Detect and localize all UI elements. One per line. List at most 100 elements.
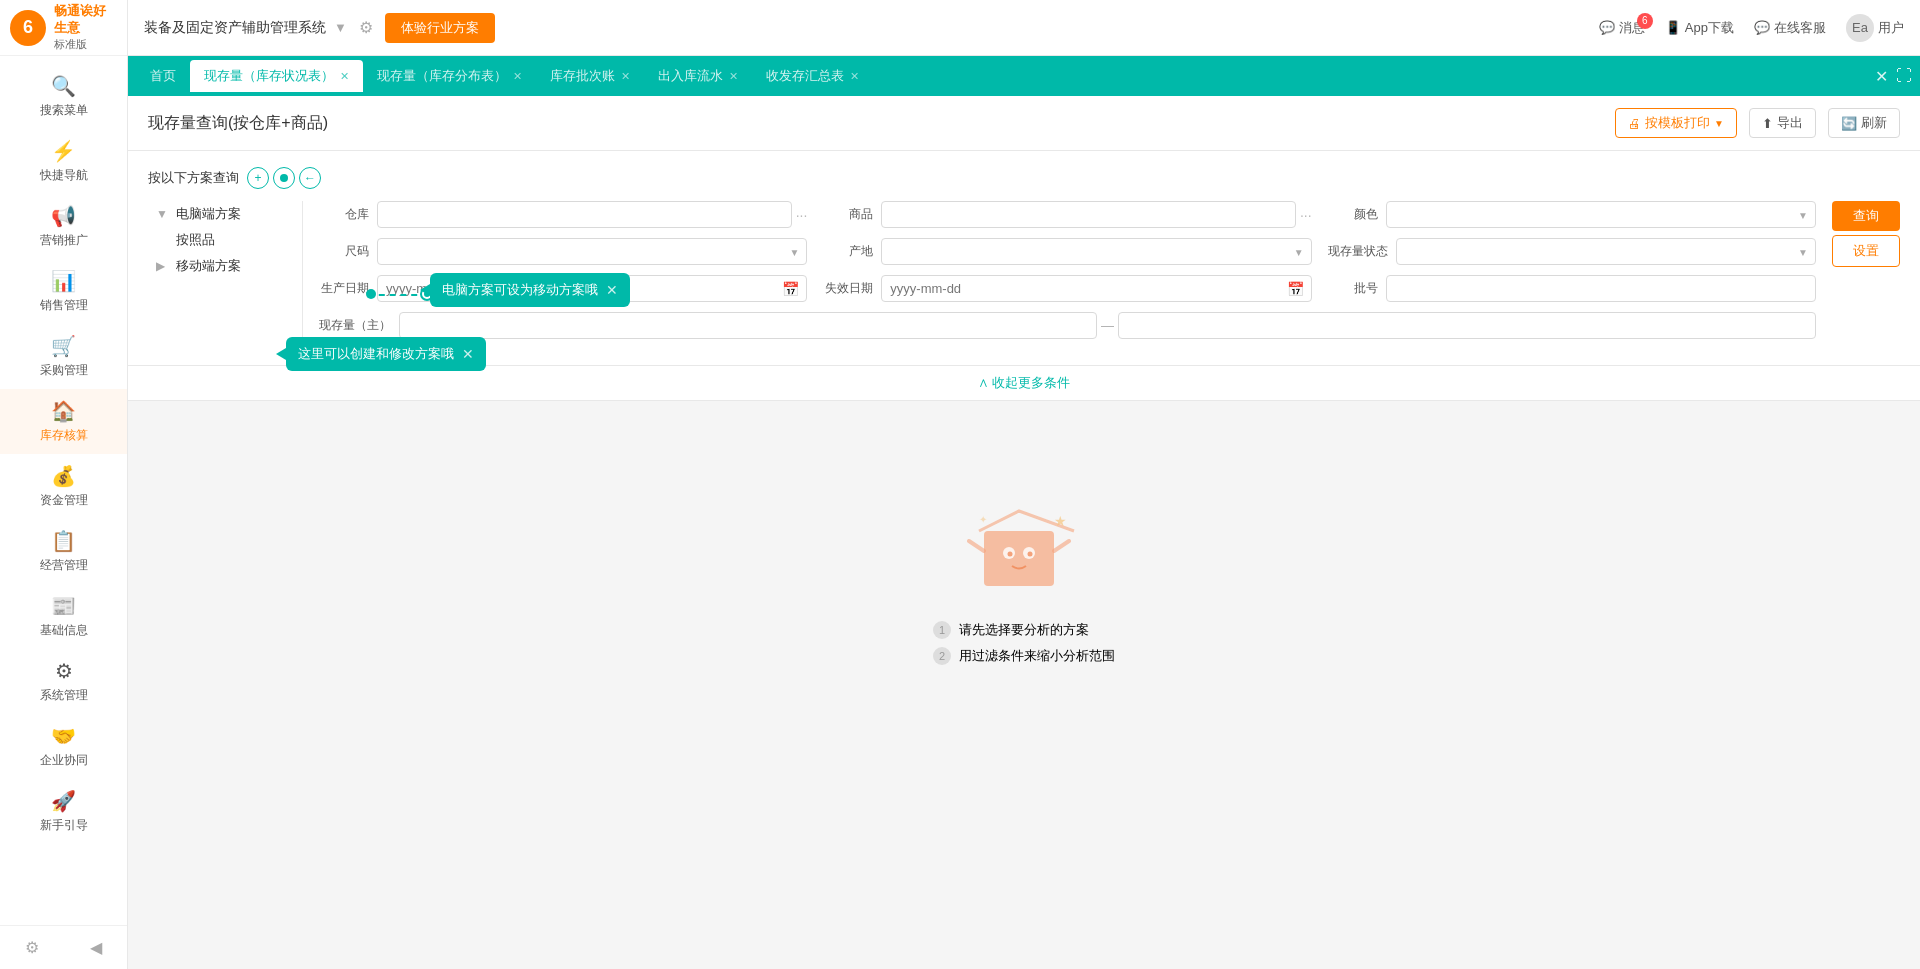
stock-status-select[interactable] [1396, 238, 1816, 265]
sidebar-item-basic-label: 基础信息 [40, 622, 88, 639]
export-btn[interactable]: ⬆ 导出 [1749, 108, 1816, 138]
filter-edit-btn[interactable] [273, 167, 295, 189]
filter-warehouse-row: 仓库 ··· [319, 201, 807, 228]
stock-main-from-input[interactable] [399, 312, 1097, 339]
tab-collect-close[interactable]: ✕ [850, 70, 859, 83]
color-label: 颜色 [1328, 206, 1378, 223]
sidebar-item-inventory[interactable]: 🏠 库存核算 [0, 389, 127, 454]
settings-icon[interactable]: ⚙ [25, 938, 39, 957]
sidebar-item-purchase[interactable]: 🛒 采购管理 [0, 324, 127, 389]
filter-label: 按以下方案查询 [148, 169, 239, 187]
batch-input[interactable] [1386, 275, 1816, 302]
nav-menu: 🔍 搜索菜单 ⚡ 快捷导航 📢 营销推广 📊 销售管理 🛒 采购管理 🏠 库存核… [0, 56, 127, 925]
export-label: 导出 [1777, 114, 1803, 132]
stock-status-label: 现存量状态 [1328, 243, 1388, 260]
search-btn[interactable]: 查询 [1832, 201, 1900, 231]
filter-batch-row: 批号 [1328, 275, 1816, 302]
svg-line-5 [969, 541, 984, 551]
tab-batch[interactable]: 库存批次账 ✕ [536, 60, 644, 92]
filter-add-btn[interactable]: + [247, 167, 269, 189]
goods-input[interactable] [881, 201, 1296, 228]
scheme-desktop[interactable]: ▼ 电脑端方案 [148, 201, 302, 227]
sidebar: 6 畅通诶好生意 标准版 🔍 搜索菜单 ⚡ 快捷导航 📢 营销推广 📊 销售管理… [0, 0, 128, 969]
sidebar-item-system[interactable]: ⚙ 系统管理 [0, 649, 127, 714]
message-badge: 6 [1637, 13, 1653, 29]
tab-close-all-icon[interactable]: ✕ [1875, 67, 1888, 86]
sidebar-item-operation-label: 经营管理 [40, 557, 88, 574]
tab-stock-status[interactable]: 现存量（库存状况表） ✕ [190, 60, 363, 92]
color-select[interactable] [1386, 201, 1816, 228]
tab-stock-status-close[interactable]: ✕ [340, 70, 349, 83]
empty-tip-1: 1 请先选择要分析的方案 [933, 621, 1115, 639]
sidebar-item-guide[interactable]: 🚀 新手引导 [0, 779, 127, 844]
filter-back-btn[interactable]: ← [299, 167, 321, 189]
goods-dots-icon[interactable]: ··· [1300, 207, 1312, 223]
tab-fullscreen-icon[interactable]: ⛶ [1896, 67, 1912, 85]
user-label: 用户 [1878, 19, 1904, 37]
produce-date-calendar-icon[interactable]: 📅 [782, 281, 799, 297]
sidebar-item-enterprise[interactable]: 🤝 企业协同 [0, 714, 127, 779]
create-tooltip-close[interactable]: ✕ [462, 346, 474, 362]
scheme-mobile[interactable]: ▶ 移动端方案 [148, 253, 302, 279]
sidebar-item-search[interactable]: 🔍 搜索菜单 [0, 64, 127, 129]
tab-home[interactable]: 首页 [136, 60, 190, 92]
warehouse-input[interactable] [377, 201, 792, 228]
tab-bar-actions: ✕ ⛶ [1875, 67, 1912, 86]
stock-main-label: 现存量（主） [319, 317, 391, 334]
tab-inout-close[interactable]: ✕ [729, 70, 738, 83]
tab-inout-label: 出入库流水 [658, 67, 723, 85]
logo-area: 6 畅通诶好生意 标准版 [0, 0, 127, 56]
produce-date-label: 生产日期 [319, 280, 369, 297]
header-left: 装备及固定资产辅助管理系统 ▼ ⚙ 体验行业方案 [144, 13, 495, 43]
sidebar-item-finance[interactable]: 💰 资金管理 [0, 454, 127, 519]
collapse-bar[interactable]: ∧ 收起更多条件 [128, 366, 1920, 401]
service-icon: 💬 [1754, 20, 1770, 35]
tab-stock-dist-close[interactable]: ✕ [513, 70, 522, 83]
sidebar-item-marketing[interactable]: 📢 营销推广 [0, 194, 127, 259]
filter-color-row: 颜色 [1328, 201, 1816, 228]
stock-main-to-input[interactable] [1118, 312, 1816, 339]
tab-inout[interactable]: 出入库流水 ✕ [644, 60, 752, 92]
sidebar-item-guide-label: 新手引导 [40, 817, 88, 834]
scheme-desktop-child-1[interactable]: 按照品 [148, 227, 302, 253]
app-download-item[interactable]: 📱 App下载 [1665, 19, 1734, 37]
sidebar-item-basic[interactable]: 📰 基础信息 [0, 584, 127, 649]
origin-select[interactable] [881, 238, 1311, 265]
sidebar-item-quicknav-label: 快捷导航 [40, 167, 88, 184]
service-item[interactable]: 💬 在线客服 [1754, 19, 1826, 37]
template-print-btn[interactable]: 🖨 按模板打印 ▼ [1615, 108, 1737, 138]
tab-collect[interactable]: 收发存汇总表 ✕ [752, 60, 873, 92]
scheme-tooltip-popover: 电脑方案可设为移动方案哦 ✕ [430, 273, 630, 307]
system-dropdown-icon[interactable]: ▼ [334, 20, 347, 35]
sidebar-item-sales[interactable]: 📊 销售管理 [0, 259, 127, 324]
dot-1 [366, 289, 376, 299]
tab-stock-dist[interactable]: 现存量（库存分布表） ✕ [363, 60, 536, 92]
sidebar-item-operation[interactable]: 📋 经营管理 [0, 519, 127, 584]
industry-btn[interactable]: 体验行业方案 [385, 13, 495, 43]
expire-date-calendar-icon[interactable]: 📅 [1287, 281, 1304, 297]
filter-left-tree: ▼ 电脑端方案 按照品 ▶ 移动端方案 [148, 201, 303, 349]
message-item[interactable]: 💬 消息 6 [1599, 19, 1645, 37]
expire-date-input[interactable] [881, 275, 1311, 302]
filter-goods-row: 商品 ··· [823, 201, 1311, 228]
filter-origin-row: 产地 [823, 238, 1311, 265]
filter-expire-date-row: 失效日期 📅 [823, 275, 1311, 302]
filter-actions: + ← [247, 167, 321, 189]
collapse-sidebar-icon[interactable]: ◀ [90, 938, 102, 957]
scheme-tooltip-close[interactable]: ✕ [606, 282, 618, 298]
empty-tips: 1 请先选择要分析的方案 2 用过滤条件来缩小分析范围 [933, 621, 1115, 673]
tab-batch-close[interactable]: ✕ [621, 70, 630, 83]
filter-edit-dot [280, 174, 288, 182]
reset-btn[interactable]: 设置 [1832, 235, 1900, 267]
system-name: 装备及固定资产辅助管理系统 [144, 19, 326, 37]
create-tooltip-text: 这里可以创建和修改方案哦 [298, 345, 454, 363]
sidebar-item-enterprise-label: 企业协同 [40, 752, 88, 769]
size-select[interactable] [377, 238, 807, 265]
user-item[interactable]: Ea 用户 [1846, 14, 1904, 42]
settings-btn[interactable]: ⚙ [359, 18, 373, 37]
enterprise-icon: 🤝 [51, 724, 76, 748]
warehouse-dots-icon[interactable]: ··· [796, 207, 808, 223]
refresh-icon: 🔄 [1841, 116, 1857, 131]
sidebar-item-quicknav[interactable]: ⚡ 快捷导航 [0, 129, 127, 194]
refresh-btn[interactable]: 🔄 刷新 [1828, 108, 1900, 138]
